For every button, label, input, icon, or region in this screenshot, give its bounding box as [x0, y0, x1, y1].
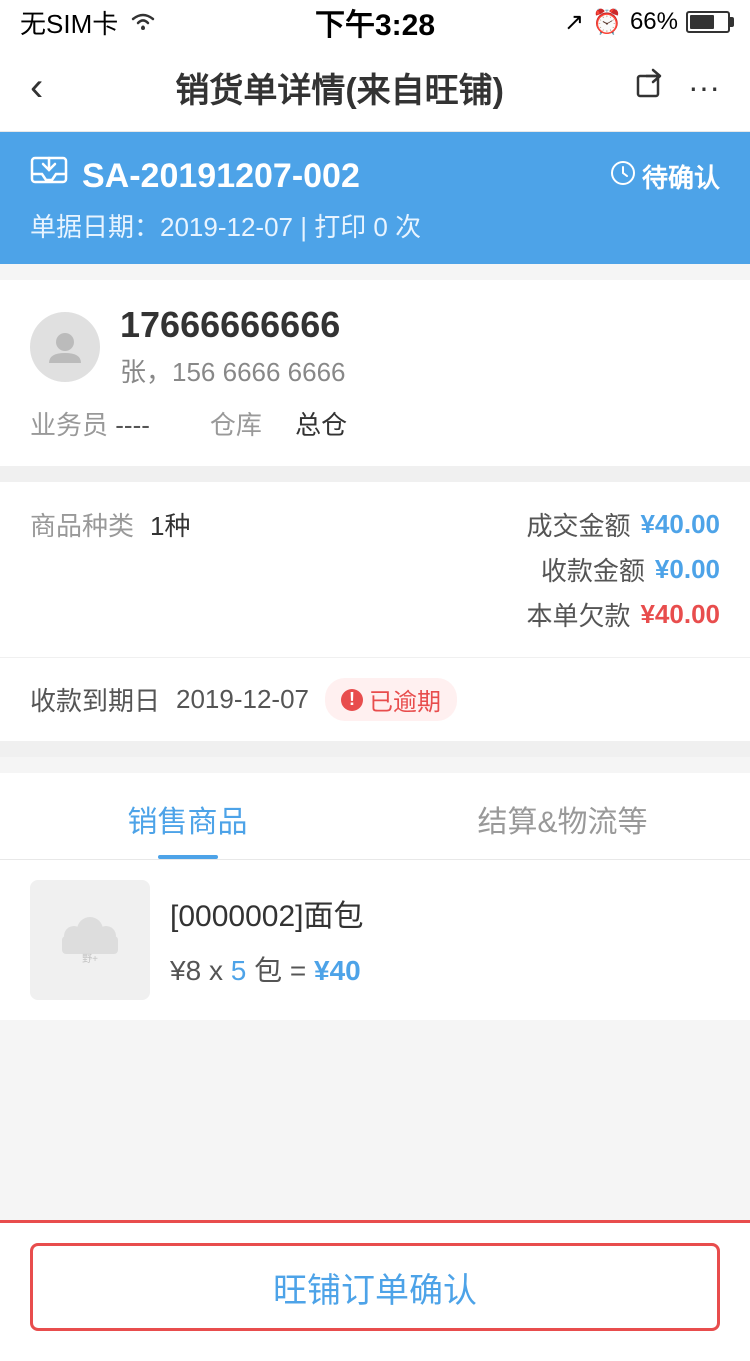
product-type: 商品种类 1种 [30, 506, 190, 543]
price-value: ¥8 [170, 955, 201, 986]
tab-settlement[interactable]: 结算&物流等 [375, 773, 750, 859]
sales-value: -- [115, 410, 132, 440]
back-button[interactable]: ‹ [30, 65, 43, 110]
nav-left: ‹ [30, 65, 43, 110]
equals-sign: = [290, 955, 314, 986]
qty-value: 5 [231, 955, 247, 986]
svg-text:野+: 野+ [82, 953, 98, 965]
due-date: 2019-12-07 [176, 684, 309, 715]
product-info: [0000002]面包 ¥8 x 5 包 = ¥40 [170, 891, 720, 989]
battery-icon [686, 8, 730, 36]
warehouse-value: 总仓 [269, 410, 347, 440]
wifi-icon [128, 7, 158, 38]
sales-label: 业务员 [30, 410, 108, 440]
status-carrier: 无SIM卡 [20, 4, 158, 41]
tab-sales-products[interactable]: 销售商品 [0, 773, 375, 859]
amounts: 成交金额 ¥40.00 收款金额 ¥0.00 本单欠款 ¥40.00 [526, 506, 720, 633]
divider-2 [0, 741, 750, 757]
due-label: 收款到期日 [30, 681, 160, 718]
status-time: 下午3:28 [315, 0, 435, 44]
overdue-text: 已逾期 [369, 682, 441, 717]
owed-value: ¥40.00 [640, 599, 720, 630]
overdue-badge: ! 已逾期 [325, 678, 457, 721]
divider-1 [0, 466, 750, 482]
customer-info: 17666666666 张，156 6666 6666 [120, 304, 346, 389]
order-id-left: SA-20191207-002 [30, 156, 360, 197]
received-label: 收款金额 [541, 551, 645, 588]
share-button[interactable] [636, 68, 668, 108]
clock-icon [610, 160, 636, 193]
alarm-icon: ⏰ [592, 8, 622, 37]
product-section: 野+ [0000002]面包 ¥8 x 5 包 = ¥40 [0, 860, 750, 1020]
order-status: 待确认 [610, 158, 720, 195]
product-type-value: 1种 [150, 506, 190, 543]
owed-amount: 本单欠款 ¥40.00 [526, 596, 720, 633]
customer-contact: 张，156 6666 6666 [120, 352, 346, 389]
product-name: [0000002]面包 [170, 891, 720, 935]
summary-section: 商品种类 1种 成交金额 ¥40.00 收款金额 ¥0.00 本单欠款 ¥40.… [0, 482, 750, 657]
status-text: 待确认 [642, 158, 720, 195]
owed-label: 本单欠款 [526, 596, 630, 633]
customer-section: 17666666666 张，156 6666 6666 业务员 ---- 仓库 … [0, 280, 750, 466]
deal-amount: 成交金额 ¥40.00 [526, 506, 720, 543]
battery-percent: 66% [630, 8, 678, 36]
status-bar: 无SIM卡 下午3:28 ↗ ⏰ 66% [0, 0, 750, 44]
location-icon: ↗ [564, 8, 584, 37]
status-indicators: ↗ ⏰ 66% [564, 8, 730, 37]
empty-area [0, 1020, 750, 1220]
order-date: 单据日期：2019-12-07 | 打印 0 次 [30, 207, 720, 244]
received-value: ¥0.00 [655, 554, 720, 585]
order-id-row: SA-20191207-002 待确认 [30, 156, 720, 197]
tabs: 销售商品 结算&物流等 [0, 773, 750, 860]
customer-phone: 17666666666 [120, 304, 346, 346]
order-inbox-icon [30, 156, 68, 197]
warning-icon: ! [341, 689, 363, 711]
customer-meta: 业务员 ---- 仓库 总仓 [30, 405, 720, 442]
product-price: ¥8 x 5 包 = ¥40 [170, 949, 720, 989]
more-button[interactable]: ··· [688, 69, 720, 106]
warehouse: 仓库 总仓 [210, 405, 347, 442]
nav-right: ··· [636, 68, 720, 108]
page-title: 销货单详情(来自旺铺) [175, 63, 504, 112]
confirm-order-button[interactable]: 旺铺订单确认 [30, 1243, 720, 1331]
unit-value: 包 [254, 955, 282, 986]
carrier-text: 无SIM卡 [20, 4, 118, 41]
summary-row: 商品种类 1种 成交金额 ¥40.00 收款金额 ¥0.00 本单欠款 ¥40.… [30, 506, 720, 633]
deal-amount-value: ¥40.00 [640, 509, 720, 540]
multiply-sign: x [209, 955, 231, 986]
due-section: 收款到期日 2019-12-07 ! 已逾期 [0, 657, 750, 741]
product-type-label: 商品种类 [30, 506, 134, 543]
warehouse-label: 仓库 [210, 410, 262, 440]
product-row: 野+ [0000002]面包 ¥8 x 5 包 = ¥40 [30, 880, 720, 1000]
avatar [30, 312, 100, 382]
order-number: SA-20191207-002 [82, 157, 360, 196]
total-value: ¥40 [314, 955, 361, 986]
sales-person: 业务员 ---- [30, 405, 150, 442]
customer-row: 17666666666 张，156 6666 6666 [30, 304, 720, 389]
order-header: SA-20191207-002 待确认 单据日期：2019-12-07 | 打印… [0, 132, 750, 264]
nav-bar: ‹ 销货单详情(来自旺铺) ··· [0, 44, 750, 132]
bottom-area: 旺铺订单确认 [0, 1220, 750, 1361]
deal-amount-label: 成交金额 [526, 506, 630, 543]
sales-value-dash: -- [133, 410, 150, 440]
received-amount: 收款金额 ¥0.00 [541, 551, 720, 588]
product-thumbnail: 野+ [30, 880, 150, 1000]
